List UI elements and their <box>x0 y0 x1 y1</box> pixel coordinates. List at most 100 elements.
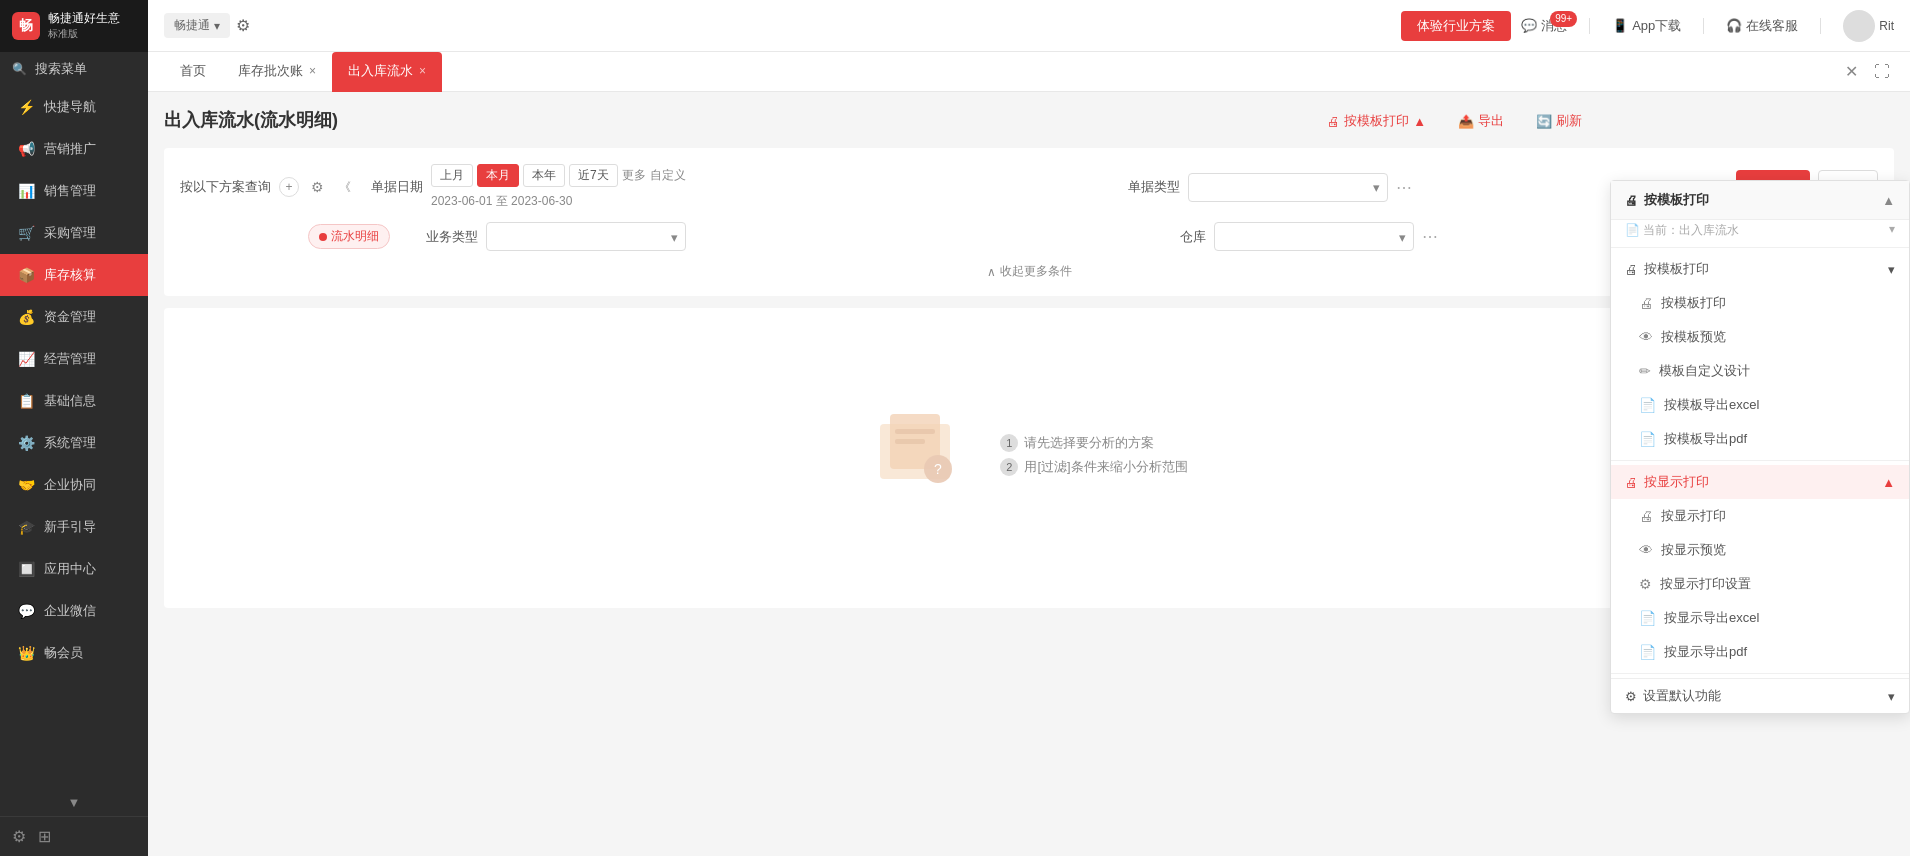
sidebar-item-app-center[interactable]: 🔲 应用中心 <box>0 548 148 590</box>
system-icon: ⚙️ <box>16 435 36 451</box>
sidebar-item-marketing[interactable]: 📢 营销推广 <box>0 128 148 170</box>
header-user-area: 畅捷通 ▾ ⚙ <box>164 13 1391 38</box>
tab-flow-close[interactable]: × <box>419 64 426 78</box>
tab-flow[interactable]: 出入库流水 × <box>332 52 442 92</box>
tab-bar: 首页 库存批次账 × 出入库流水 × ✕ ⛶ <box>148 52 1910 92</box>
sidebar-item-vip[interactable]: 👑 畅会员 <box>0 632 148 674</box>
header-gear-icon[interactable]: ⚙ <box>236 16 250 35</box>
filter-add-icon[interactable]: + <box>279 177 299 197</box>
app-download-btn[interactable]: 📱 App下载 <box>1612 17 1681 35</box>
avatar <box>1843 10 1875 42</box>
tab-batch-account[interactable]: 库存批次账 × <box>222 52 332 92</box>
sidebar-scroll-down[interactable]: ▼ <box>0 789 148 816</box>
template-section-collapse-icon: ▾ <box>1888 262 1895 277</box>
app-center-icon: 🔲 <box>16 561 36 577</box>
dropdown-header-title: 🖨 按模板打印 <box>1625 191 1709 209</box>
hint-text-1: 请先选择要分析的方案 <box>1024 434 1154 452</box>
sidebar-item-finance[interactable]: 💰 资金管理 <box>0 296 148 338</box>
dropdown-item-template-excel[interactable]: 📄 按模板导出excel <box>1611 388 1909 422</box>
tab-maximize-btn[interactable]: ⛶ <box>1870 59 1894 85</box>
app-download-label: App下载 <box>1632 17 1681 35</box>
hint-1: 1 请先选择要分析的方案 <box>1000 434 1187 452</box>
warehouse-more-icon[interactable]: ⋯ <box>1422 227 1438 246</box>
date-more-link[interactable]: 更多 <box>622 167 646 184</box>
date-btn-current-month[interactable]: 本月 <box>477 164 519 187</box>
sidebar-item-label: 应用中心 <box>44 560 96 578</box>
sidebar-item-guide[interactable]: 🎓 新手引导 <box>0 506 148 548</box>
dropdown-item-template-custom[interactable]: ✏ 模板自定义设计 <box>1611 354 1909 388</box>
date-btn-last-month[interactable]: 上月 <box>431 164 473 187</box>
display-print-section-header[interactable]: 🖨 按显示打印 ▲ <box>1611 465 1909 499</box>
filter-label-area: 按以下方案查询 + ⚙ 《 <box>180 177 355 197</box>
sidebar: 畅 畅捷通好生意 标准版 🔍 搜索菜单 ⚡ 快捷导航 📢 营销推广 📊 销售管理… <box>0 0 148 856</box>
sidebar-item-basics[interactable]: 📋 基础信息 <box>0 380 148 422</box>
dropdown-item-template-print[interactable]: 🖨 按模板打印 <box>1611 286 1909 320</box>
export-btn[interactable]: 📤 导出 <box>1450 108 1512 134</box>
tab-batch-account-close[interactable]: × <box>309 64 316 78</box>
sidebar-item-inventory[interactable]: 📦 库存核算 <box>0 254 148 296</box>
sidebar-item-enterprise[interactable]: 🤝 企业协同 <box>0 464 148 506</box>
dropdown-item-display-pdf[interactable]: 📄 按显示导出pdf <box>1611 635 1909 669</box>
tab-close-btn[interactable]: ✕ <box>1841 58 1862 85</box>
sidebar-item-quick-nav[interactable]: ⚡ 快捷导航 <box>0 86 148 128</box>
footer-label: 设置默认功能 <box>1643 687 1721 705</box>
dropdown-item-display-print-settings[interactable]: ⚙ 按显示打印设置 <box>1611 567 1909 601</box>
sidebar-search[interactable]: 🔍 搜索菜单 <box>0 52 148 86</box>
dropdown-item-template-pdf[interactable]: 📄 按模板导出pdf <box>1611 422 1909 456</box>
page-title-text: 出入库流水(流水明细) <box>164 108 338 132</box>
page-title-row: 出入库流水(流水明细) <box>164 108 1894 132</box>
avatar-area[interactable]: Rit <box>1843 10 1894 42</box>
date-btn-current-year[interactable]: 本年 <box>523 164 565 187</box>
sidebar-item-purchase[interactable]: 🛒 采购管理 <box>0 212 148 254</box>
page-content: 出入库流水(流水明细) 按以下方案查询 + ⚙ 《 单据日期 上月 <box>148 92 1910 856</box>
tab-home[interactable]: 首页 <box>164 52 222 92</box>
sidebar-bottom: ⚙ ⊞ <box>0 816 148 856</box>
sidebar-search-label: 搜索菜单 <box>35 60 87 78</box>
dropdown-footer[interactable]: ⚙ 设置默认功能 ▾ <box>1611 678 1909 713</box>
tab-bar-actions: ✕ ⛶ <box>1841 58 1894 85</box>
template-print-section-label: 按模板打印 <box>1644 260 1709 278</box>
template-print-section-header[interactable]: 🖨 按模板打印 ▾ <box>1611 252 1909 286</box>
sidebar-menu-toggle-icon[interactable]: ⊞ <box>38 827 51 846</box>
date-field-label: 单据日期 <box>371 178 423 196</box>
refresh-btn[interactable]: 🔄 刷新 <box>1528 108 1590 134</box>
svg-rect-2 <box>895 429 935 434</box>
sidebar-item-weixin[interactable]: 💬 企业微信 <box>0 590 148 632</box>
dropdown-item-display-print[interactable]: 🖨 按显示打印 <box>1611 499 1909 533</box>
print-btn[interactable]: 🖨 按模板打印 ▲ <box>1319 108 1434 134</box>
sidebar-logo: 畅 畅捷通好生意 标准版 <box>0 0 148 52</box>
header-username-box[interactable]: 畅捷通 ▾ <box>164 13 230 38</box>
sidebar-item-label: 营销推广 <box>44 140 96 158</box>
sidebar-settings-icon[interactable]: ⚙ <box>12 827 26 846</box>
username-dropdown-icon: ▾ <box>214 19 220 33</box>
vip-icon: 👑 <box>16 645 36 661</box>
trial-btn[interactable]: 体验行业方案 <box>1401 11 1511 41</box>
filter-collapse-icon[interactable]: 《 <box>335 177 355 197</box>
purchase-icon: 🛒 <box>16 225 36 241</box>
avatar-name: Rit <box>1879 19 1894 33</box>
online-service-btn[interactable]: 🎧 在线客服 <box>1726 17 1798 35</box>
bill-type-select[interactable] <box>1188 173 1388 202</box>
messages-btn[interactable]: 💬 消息 99+ <box>1521 17 1567 35</box>
date-btn-last-7-days[interactable]: 近7天 <box>569 164 618 187</box>
sidebar-item-system[interactable]: ⚙️ 系统管理 <box>0 422 148 464</box>
sidebar-item-sales[interactable]: 📊 销售管理 <box>0 170 148 212</box>
filter-gear-icon[interactable]: ⚙ <box>307 177 327 197</box>
footer-settings-icon: ⚙ <box>1625 689 1637 704</box>
tag-dot <box>319 233 327 241</box>
display-print-section-label: 按显示打印 <box>1644 473 1709 491</box>
bill-type-label: 单据类型 <box>1128 178 1180 196</box>
bill-type-more-icon[interactable]: ⋯ <box>1396 178 1412 197</box>
header-right: 💬 消息 99+ 📱 App下载 🎧 在线客服 Rit <box>1521 10 1894 42</box>
dropdown-item-template-preview[interactable]: 👁 按模板预览 <box>1611 320 1909 354</box>
dropdown-item-display-excel[interactable]: 📄 按显示导出excel <box>1611 601 1909 635</box>
date-custom-link[interactable]: 自定义 <box>650 167 686 184</box>
filter-tag-area: 流水明细 <box>308 224 390 249</box>
dropdown-header-arrow-up[interactable]: ▲ <box>1882 193 1895 208</box>
sidebar-item-operations[interactable]: 📈 经营管理 <box>0 338 148 380</box>
export-label: 导出 <box>1478 112 1504 130</box>
business-type-select[interactable] <box>486 222 686 251</box>
dropdown-item-display-preview[interactable]: 👁 按显示预览 <box>1611 533 1909 567</box>
svg-text:?: ? <box>934 461 942 477</box>
warehouse-select[interactable] <box>1214 222 1414 251</box>
